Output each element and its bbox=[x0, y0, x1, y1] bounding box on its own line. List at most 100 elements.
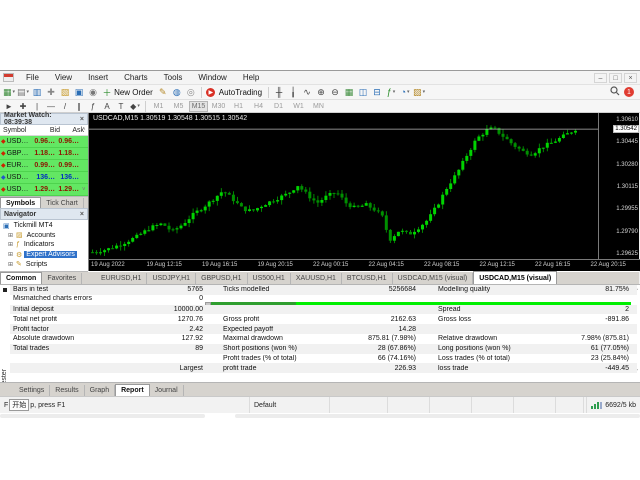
templates-icon[interactable]: ▨ ▾ bbox=[412, 86, 426, 99]
status-profile-cell[interactable]: Default bbox=[250, 397, 330, 413]
drawing-toolbar: ► ✚ | — / ∥ ƒ A T ◆ ▾ M1 M5 M15 M30 H1 H4 D1 W1 MN bbox=[0, 100, 640, 113]
chart-tab-gbpusd-h1[interactable]: GBPUSD,H1 bbox=[196, 273, 248, 284]
candlestick-chart[interactable] bbox=[89, 113, 598, 259]
timeframe-button-mn[interactable]: MN bbox=[309, 101, 328, 112]
crosshair-tool-icon[interactable]: ✚ bbox=[16, 100, 30, 113]
symbol-row[interactable]: ◆ EUR… 0.99… 0.99… bbox=[0, 160, 88, 172]
chart-tab-usdjpy-h1[interactable]: USDJPY,H1 bbox=[147, 273, 197, 284]
profiles-icon[interactable]: ▤ ▾ bbox=[16, 86, 30, 99]
navigator-icon[interactable]: ▧ bbox=[58, 86, 72, 99]
report-row: Profit trades (% of total) 66 (74.16%) Los… bbox=[10, 354, 637, 364]
trendline-tool-icon[interactable]: / bbox=[58, 100, 72, 113]
autotrading-label[interactable]: AutoTrading bbox=[219, 88, 262, 97]
market-watch-icon[interactable]: ▥ bbox=[30, 86, 44, 99]
symbol-row[interactable]: ◆ USD… 1.29… 1.29… bbox=[0, 184, 88, 196]
restore-button[interactable]: □ bbox=[609, 72, 622, 83]
navigator-tab-favorites[interactable]: Favorites bbox=[42, 273, 83, 284]
horizontal-line-tool-icon[interactable]: — bbox=[44, 100, 58, 113]
shapes-tool-icon[interactable]: ◆ ▾ bbox=[128, 100, 142, 113]
zoom-in-icon[interactable]: ⊕ bbox=[314, 86, 328, 99]
community-icon[interactable]: ◎ bbox=[184, 86, 198, 99]
menu-item-insert[interactable]: Insert bbox=[80, 72, 116, 83]
expand-icon[interactable]: ⊞ bbox=[8, 251, 14, 258]
expand-icon[interactable]: ⊞ bbox=[8, 232, 14, 239]
column-header-ask[interactable]: Ask bbox=[60, 127, 84, 134]
chart-window[interactable]: USDCAD,M15 1.30519 1.30548 1.30515 1.305… bbox=[88, 113, 640, 271]
new-order-label[interactable]: New Order bbox=[114, 88, 153, 97]
tester-tab-results[interactable]: Results bbox=[50, 385, 85, 396]
menu-item-tools[interactable]: Tools bbox=[156, 72, 191, 83]
symbol-row[interactable]: ◆ USD… 0.96… 0.96… bbox=[0, 136, 88, 148]
arrange-vertical-icon[interactable]: ◫ bbox=[356, 86, 370, 99]
close-button[interactable]: × bbox=[624, 72, 637, 83]
chart-tab-xauusd-h1[interactable]: XAUUSD,H1 bbox=[291, 273, 342, 284]
mt4-logo-icon bbox=[3, 73, 14, 82]
bar-chart-icon[interactable]: ╫ bbox=[272, 86, 286, 99]
expand-icon[interactable]: ⊞ bbox=[8, 261, 14, 268]
menu-item-window[interactable]: Window bbox=[190, 72, 234, 83]
navigator-item-expert-advisors[interactable]: ⊞ ⚙ Expert Advisors bbox=[0, 250, 88, 260]
search-icon[interactable] bbox=[610, 86, 620, 98]
chart-tab-us500-h1[interactable]: US500,H1 bbox=[248, 273, 291, 284]
text-tool-icon[interactable]: A bbox=[100, 100, 114, 113]
tester-tab-journal[interactable]: Journal bbox=[150, 385, 184, 396]
close-icon[interactable]: × bbox=[80, 116, 84, 123]
indicators-icon[interactable]: ƒ ▾ bbox=[384, 86, 398, 99]
strategy-tester-icon[interactable]: ◉ bbox=[86, 86, 100, 99]
arrange-horizontal-icon[interactable]: ⊟ bbox=[370, 86, 384, 99]
navigator-item-indicators[interactable]: ⊞ ƒ Indicators bbox=[0, 240, 88, 250]
arrow-down-icon: ◆ bbox=[1, 163, 6, 169]
chart-tab-usdcad-m15-visual-[interactable]: USDCAD,M15 (visual) bbox=[393, 273, 474, 284]
metaeditor-icon[interactable]: ✎ bbox=[156, 86, 170, 99]
candlestick-chart-icon[interactable]: ╽ bbox=[286, 86, 300, 99]
tester-tab-report[interactable]: Report bbox=[115, 384, 150, 396]
column-header-symbol[interactable]: Symbol bbox=[0, 127, 36, 134]
timeframe-button-m15[interactable]: M15 bbox=[189, 100, 208, 112]
navigator-root[interactable]: ▣ Tickmill MT4 bbox=[0, 221, 88, 231]
minimize-button[interactable]: – bbox=[594, 72, 607, 83]
scroll-down-icon[interactable]: ˅ bbox=[82, 187, 86, 193]
menu-item-file[interactable]: File bbox=[18, 72, 47, 83]
navigator-tab-common[interactable]: Common bbox=[0, 272, 43, 284]
terminal-icon[interactable]: ▣ bbox=[72, 86, 86, 99]
chart-tab-btcusd-h1[interactable]: BTCUSD,H1 bbox=[342, 273, 393, 284]
fibonacci-tool-icon[interactable]: ƒ bbox=[86, 100, 100, 113]
menu-item-charts[interactable]: Charts bbox=[116, 72, 156, 83]
new-chart-icon[interactable]: ▦ ▾ bbox=[2, 86, 16, 99]
zoom-out-icon[interactable]: ⊖ bbox=[328, 86, 342, 99]
data-window-icon[interactable]: ✚ bbox=[44, 86, 58, 99]
new-order-icon[interactable]: ＋ bbox=[100, 86, 114, 99]
label-tool-icon[interactable]: T bbox=[114, 100, 128, 113]
column-header-bid[interactable]: Bid bbox=[36, 127, 60, 134]
line-chart-icon[interactable]: ∿ bbox=[300, 86, 314, 99]
timeframe-button-w1[interactable]: W1 bbox=[289, 101, 308, 112]
chart-tab-usdcad-m15-visual-[interactable]: USDCAD,M15 (visual) bbox=[473, 271, 558, 284]
tile-windows-icon[interactable]: ▦ bbox=[342, 86, 356, 99]
tester-tab-graph[interactable]: Graph bbox=[85, 385, 116, 396]
close-icon[interactable]: × bbox=[80, 211, 84, 218]
cursor-tool-icon[interactable]: ► bbox=[2, 100, 16, 113]
navigator-item-scripts[interactable]: ⊞ ✎ Scripts bbox=[0, 259, 88, 269]
notification-badge[interactable]: 1 bbox=[624, 87, 634, 97]
menu-item-view[interactable]: View bbox=[47, 72, 80, 83]
scroll-up-icon[interactable]: ˄ bbox=[82, 127, 86, 133]
price-axis-label: 1.30445 bbox=[616, 139, 638, 145]
timeframe-button-m5[interactable]: M5 bbox=[169, 101, 188, 112]
timeframe-button-d1[interactable]: D1 bbox=[269, 101, 288, 112]
symbol-row[interactable]: ◆ USD… 136… 136… bbox=[0, 172, 88, 184]
timeframe-button-h1[interactable]: H1 bbox=[229, 101, 248, 112]
navigator-item-accounts[interactable]: ⊞ ▨ Accounts bbox=[0, 231, 88, 241]
channel-tool-icon[interactable]: ∥ bbox=[72, 100, 86, 113]
autotrading-button[interactable]: ▶ bbox=[205, 86, 219, 99]
symbol-row[interactable]: ◆ GBP… 1.18… 1.18… bbox=[0, 148, 88, 160]
expand-icon[interactable]: ⊞ bbox=[8, 241, 14, 248]
metaquotes-icon[interactable]: ◍ bbox=[170, 86, 184, 99]
chart-tab-eurusd-h1[interactable]: EURUSD,H1 bbox=[96, 273, 148, 284]
vertical-line-tool-icon[interactable]: | bbox=[30, 100, 44, 113]
timeframe-button-m30[interactable]: M30 bbox=[209, 101, 228, 112]
tester-tab-settings[interactable]: Settings bbox=[14, 385, 51, 396]
timeframe-button-h4[interactable]: H4 bbox=[249, 101, 268, 112]
timeframe-button-m1[interactable]: M1 bbox=[149, 101, 168, 112]
periods-icon[interactable]: ◔ ▾ bbox=[398, 86, 412, 99]
menu-item-help[interactable]: Help bbox=[235, 72, 267, 83]
